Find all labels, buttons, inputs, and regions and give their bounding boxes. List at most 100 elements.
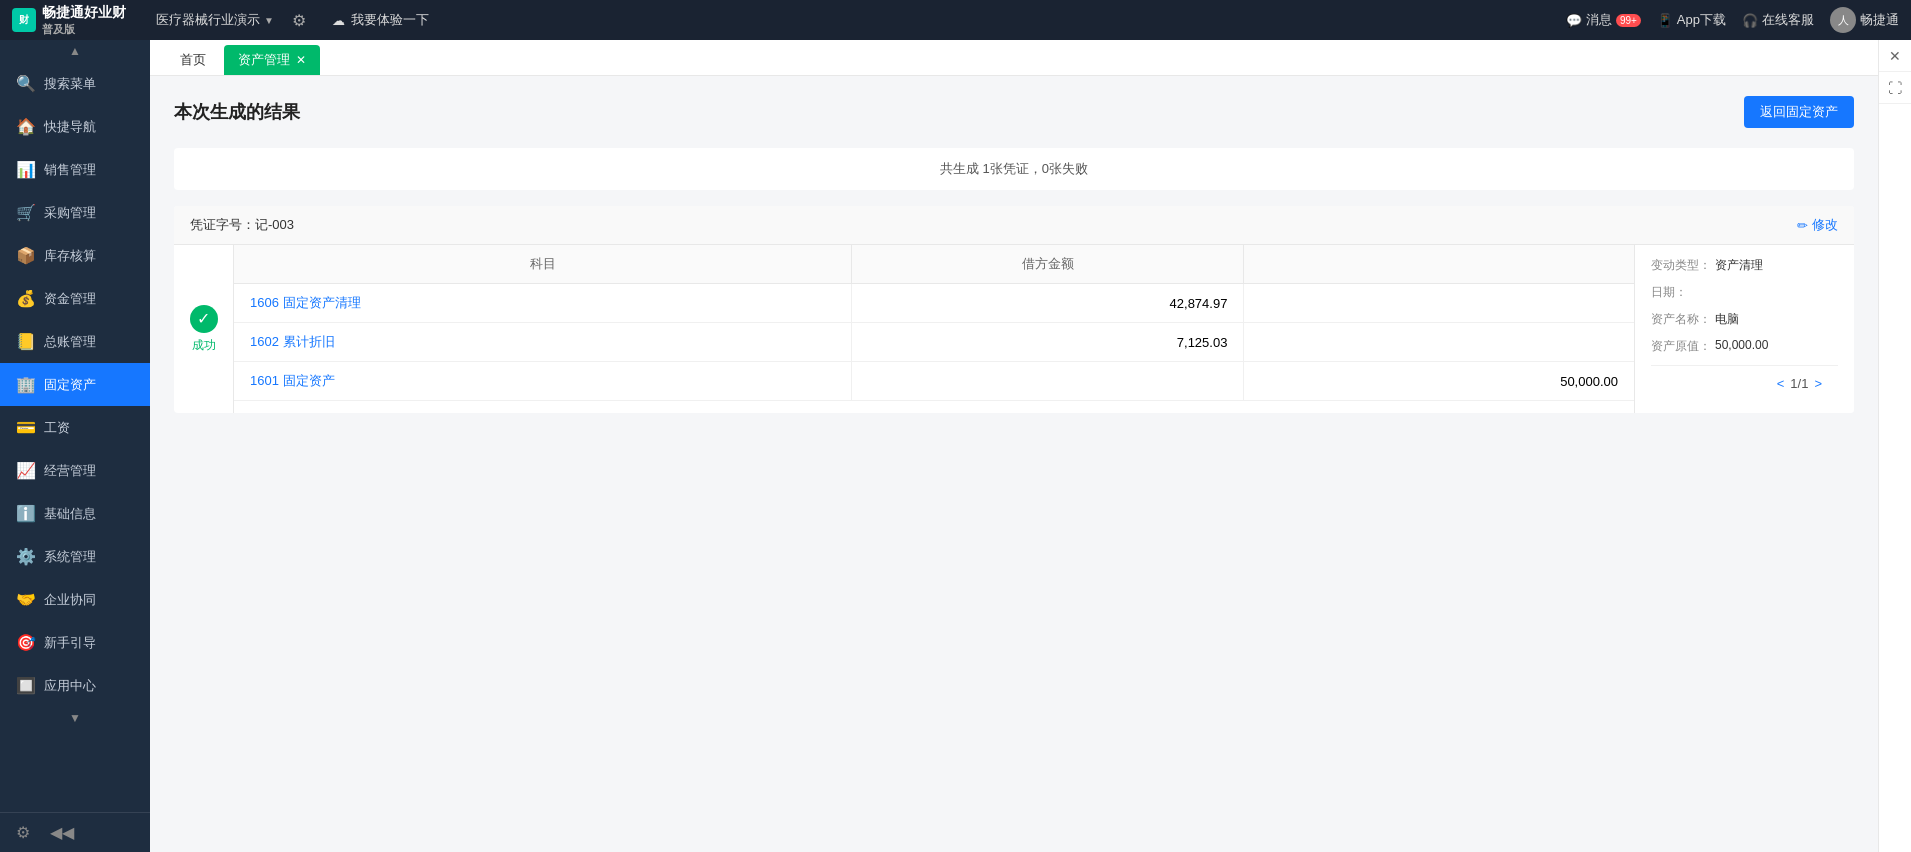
sidebar-label-ledger: 总账管理 — [44, 333, 96, 351]
sidebar-item-system[interactable]: ⚙️ 系统管理 — [0, 535, 150, 578]
info-date: 日期： — [1651, 284, 1838, 301]
side-info-panel: 变动类型： 资产清理 日期： 资产名称： 电脑 资产原值： — [1634, 245, 1854, 413]
settings-icon[interactable]: ⚙ — [292, 11, 306, 30]
voucher-main-table: 科目 借方金额 1606 固定资产清理 42,874.97 — [234, 245, 1634, 413]
sidebar-item-sales[interactable]: 📊 销售管理 — [0, 148, 150, 191]
sidebar-label-inventory: 库存核算 — [44, 247, 96, 265]
collapse-sidebar-button[interactable]: ◀◀ — [50, 823, 74, 842]
user-name: 畅捷通 — [1860, 11, 1899, 29]
edit-icon: ✏ — [1797, 218, 1808, 233]
settings-bottom-icon[interactable]: ⚙ — [16, 823, 30, 842]
sidebar-label-basic-info: 基础信息 — [44, 505, 96, 523]
row2-subject[interactable]: 1602 累计折旧 — [234, 323, 852, 362]
asset-value-label: 资产原值： — [1651, 338, 1711, 355]
row3-subject[interactable]: 1601 固定资产 — [234, 362, 852, 401]
scroll-down-button[interactable]: ▼ — [0, 707, 150, 729]
sidebar-label-search: 搜索菜单 — [44, 75, 96, 93]
sidebar-label-quick-nav: 快捷导航 — [44, 118, 96, 136]
sidebar-label-operations: 经营管理 — [44, 462, 96, 480]
app-version: 普及版 — [42, 22, 126, 37]
main-layout: ▲ 🔍 搜索菜单 🏠 快捷导航 📊 销售管理 🛒 采购管理 📦 库存核算 💰 资… — [0, 40, 1911, 852]
sidebar-item-ledger[interactable]: 📒 总账管理 — [0, 320, 150, 363]
close-panel-button[interactable]: ✕ — [1879, 40, 1911, 72]
row2-debit: 7,125.03 — [852, 323, 1244, 362]
box-icon: 📦 — [16, 246, 36, 265]
sidebar-item-inventory[interactable]: 📦 库存核算 — [0, 234, 150, 277]
asset-value-value: 50,000.00 — [1715, 338, 1768, 355]
messages-button[interactable]: 💬 消息 99+ — [1566, 11, 1641, 29]
app-download-label: App下载 — [1677, 11, 1726, 29]
change-type-label: 变动类型： — [1651, 257, 1711, 274]
sidebar-item-search[interactable]: 🔍 搜索菜单 — [0, 62, 150, 105]
cloud-icon: ☁ — [332, 13, 345, 28]
headset-icon: 🎧 — [1742, 13, 1758, 28]
sidebar-label-fixed-assets: 固定资产 — [44, 376, 96, 394]
sidebar-item-enterprise[interactable]: 🤝 企业协同 — [0, 578, 150, 621]
change-type-value: 资产清理 — [1715, 257, 1763, 274]
message-icon: 💬 — [1566, 13, 1582, 28]
sidebar-item-operations[interactable]: 📈 经营管理 — [0, 449, 150, 492]
logo-icon: 财 — [12, 8, 36, 32]
app-name: 畅捷通好业财 — [42, 4, 126, 22]
summary-bar: 共生成 1张凭证，0张失败 — [174, 148, 1854, 190]
online-service-button[interactable]: 🎧 在线客服 — [1742, 11, 1814, 29]
asset-name-value: 电脑 — [1715, 311, 1739, 328]
back-to-fixed-assets-button[interactable]: 返回固定资产 — [1744, 96, 1854, 128]
row3-debit — [852, 362, 1244, 401]
building-icon: 🏢 — [16, 375, 36, 394]
messages-badge: 99+ — [1616, 14, 1641, 27]
sidebar-item-quick-nav[interactable]: 🏠 快捷导航 — [0, 105, 150, 148]
topbar: 财 畅捷通好业财 普及版 医疗器械行业演示 ▼ ⚙ ☁ 我要体验一下 💬 消息 … — [0, 0, 1911, 40]
page-content: 本次生成的结果 返回固定资产 共生成 1张凭证，0张失败 凭证字号：记-003 … — [150, 76, 1878, 852]
chart-icon: 📊 — [16, 160, 36, 179]
sidebar-item-guide[interactable]: 🎯 新手引导 — [0, 621, 150, 664]
tab-home[interactable]: 首页 — [166, 45, 220, 75]
experience-button[interactable]: ☁ 我要体验一下 — [332, 11, 429, 29]
card-icon: 💳 — [16, 418, 36, 437]
money-icon: 💰 — [16, 289, 36, 308]
voucher-status-cell: ✓ 成功 — [174, 245, 234, 413]
target-icon: 🎯 — [16, 633, 36, 652]
book-icon: 📒 — [16, 332, 36, 351]
sidebar-bottom: ⚙ ◀◀ — [0, 812, 150, 852]
topbar-left: 财 畅捷通好业财 普及版 医疗器械行业演示 ▼ ⚙ ☁ 我要体验一下 — [12, 4, 429, 37]
experience-label: 我要体验一下 — [351, 11, 429, 29]
sidebar-item-funds[interactable]: 💰 资金管理 — [0, 277, 150, 320]
col-debit: 借方金额 — [852, 245, 1244, 284]
search-icon: 🔍 — [16, 74, 36, 93]
edit-voucher-button[interactable]: ✏ 修改 — [1797, 216, 1838, 234]
next-page-button[interactable]: > — [1814, 376, 1822, 391]
sidebar-item-payroll[interactable]: 💳 工资 — [0, 406, 150, 449]
page-header: 本次生成的结果 返回固定资产 — [174, 96, 1854, 128]
sidebar-label-system: 系统管理 — [44, 548, 96, 566]
table-row: 1606 固定资产清理 42,874.97 — [234, 284, 1634, 323]
scroll-up-button[interactable]: ▲ — [0, 40, 150, 62]
user-profile[interactable]: 人 畅捷通 — [1830, 7, 1899, 33]
sidebar-item-fixed-assets[interactable]: 🏢 固定资产 — [0, 363, 150, 406]
content-area: 首页 资产管理 ✕ 本次生成的结果 返回固定资产 共生成 1张凭证，0张失败 — [150, 40, 1878, 852]
info-icon: ℹ️ — [16, 504, 36, 523]
table-row: 1601 固定资产 50,000.00 — [234, 362, 1634, 401]
asset-name-label: 资产名称： — [1651, 311, 1711, 328]
company-name: 医疗器械行业演示 — [156, 11, 260, 29]
tab-bar: 首页 资产管理 ✕ — [150, 40, 1878, 76]
edit-label: 修改 — [1812, 216, 1838, 234]
sidebar-item-app-center[interactable]: 🔲 应用中心 — [0, 664, 150, 707]
row1-subject[interactable]: 1606 固定资产清理 — [234, 284, 852, 323]
panel-controls: ✕ ⛶ — [1878, 40, 1911, 852]
voucher-table: 科目 借方金额 1606 固定资产清理 42,874.97 — [234, 245, 1634, 401]
tab-asset-mgmt-label: 资产管理 — [238, 51, 290, 69]
prev-page-button[interactable]: < — [1777, 376, 1785, 391]
home-icon: 🏠 — [16, 117, 36, 136]
sidebar-item-basic-info[interactable]: ℹ️ 基础信息 — [0, 492, 150, 535]
app-download-button[interactable]: 📱 App下载 — [1657, 11, 1726, 29]
table-row: 1602 累计折旧 7,125.03 — [234, 323, 1634, 362]
sidebar-item-purchase[interactable]: 🛒 采购管理 — [0, 191, 150, 234]
app-logo: 财 畅捷通好业财 普及版 — [12, 4, 126, 37]
company-selector[interactable]: 医疗器械行业演示 ▼ — [156, 11, 274, 29]
tab-close-icon[interactable]: ✕ — [296, 53, 306, 67]
expand-panel-button[interactable]: ⛶ — [1879, 72, 1911, 104]
sidebar-label-payroll: 工资 — [44, 419, 70, 437]
tab-asset-mgmt[interactable]: 资产管理 ✕ — [224, 45, 320, 75]
download-icon: 📱 — [1657, 13, 1673, 28]
